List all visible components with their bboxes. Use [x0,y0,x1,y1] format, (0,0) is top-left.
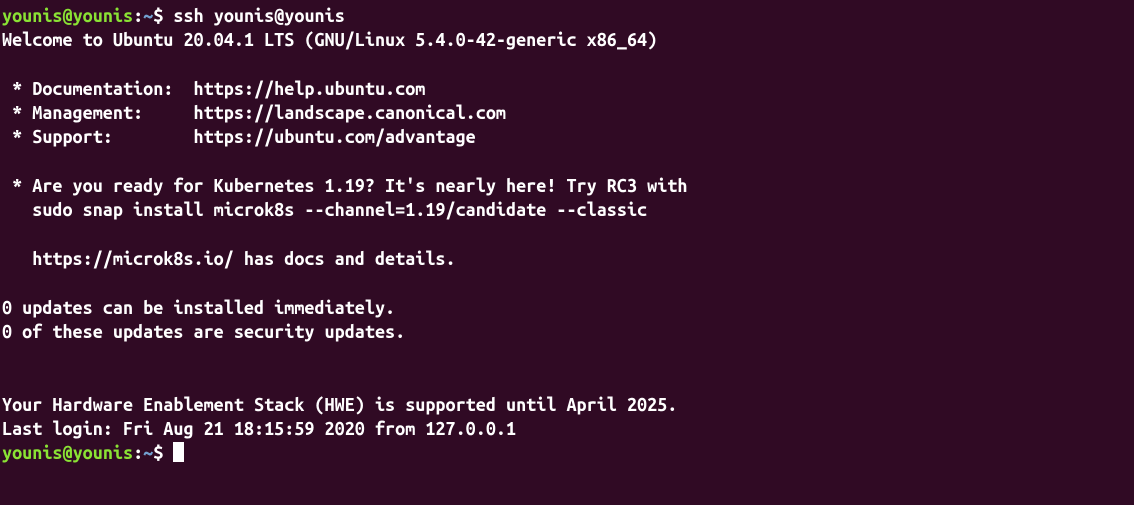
motd-updates-1: 0 updates can be installed immediately. [2,296,1132,320]
prompt-path: ~ [143,443,153,463]
prompt-user: younis [2,6,62,26]
prompt-at: @ [62,443,72,463]
prompt-dollar: $ [153,6,173,26]
prompt-user: younis [2,443,62,463]
motd-management: * Management: https://landscape.canonica… [2,101,1132,125]
motd-blank [2,223,1132,247]
motd-documentation: * Documentation: https://help.ubuntu.com [2,77,1132,101]
motd-blank [2,344,1132,368]
motd-welcome: Welcome to Ubuntu 20.04.1 LTS (GNU/Linux… [2,28,1132,52]
cursor-icon [173,442,184,462]
motd-blank [2,368,1132,392]
prompt-colon: : [133,443,143,463]
prompt-line-2[interactable]: younis@younis:~$ [2,441,1132,465]
prompt-at: @ [62,6,72,26]
motd-hwe: Your Hardware Enablement Stack (HWE) is … [2,393,1132,417]
motd-kubernetes-1: * Are you ready for Kubernetes 1.19? It'… [2,174,1132,198]
prompt-host: younis [73,6,133,26]
motd-blank [2,53,1132,77]
terminal-output[interactable]: younis@younis:~$ ssh younis@younisWelcom… [2,4,1132,466]
prompt-host: younis [73,443,133,463]
prompt-line-1: younis@younis:~$ ssh younis@younis [2,4,1132,28]
motd-kubernetes-3: https://microk8s.io/ has docs and detail… [2,247,1132,271]
entered-command: ssh younis@younis [173,6,344,26]
motd-last-login: Last login: Fri Aug 21 18:15:59 2020 fro… [2,417,1132,441]
motd-updates-2: 0 of these updates are security updates. [2,320,1132,344]
prompt-colon: : [133,6,143,26]
motd-blank [2,150,1132,174]
motd-kubernetes-2: sudo snap install microk8s --channel=1.1… [2,198,1132,222]
motd-blank [2,271,1132,295]
prompt-path: ~ [143,6,153,26]
motd-support: * Support: https://ubuntu.com/advantage [2,125,1132,149]
prompt-dollar: $ [153,443,173,463]
